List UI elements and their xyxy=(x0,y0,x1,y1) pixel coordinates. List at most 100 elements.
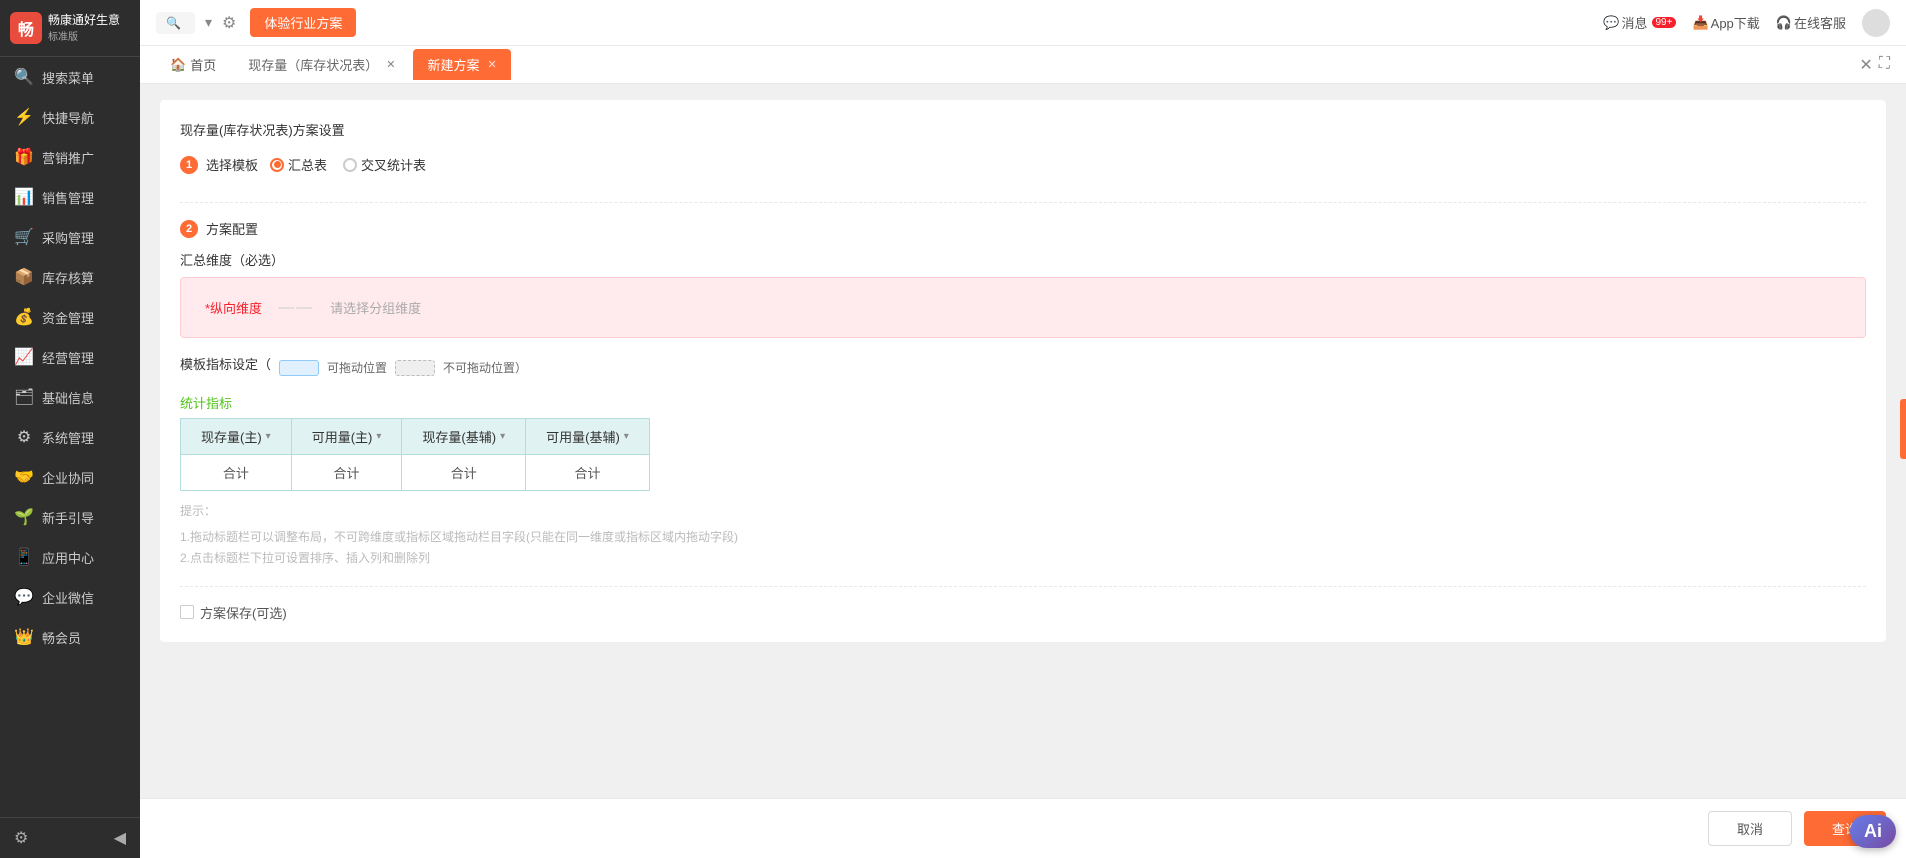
content-area: 现存量(库存状况表)方案设置 1 选择模板 汇总表 交叉统计表 xyxy=(140,84,1906,798)
main-area: 🔍 ▾ ⚙ 体验行业方案 💬 消息 99+ 📥 App下载 🎧 在线客服 xyxy=(140,0,1906,858)
scroll-indicator xyxy=(1900,399,1906,459)
radio-summary-circle xyxy=(270,158,284,172)
cancel-button[interactable]: 取消 xyxy=(1708,811,1792,846)
box-icon: 📦 xyxy=(14,267,34,287)
tips-section: 提示： 1.拖动标题栏可以调整布局，不可跨维度或指标区域拖动栏目字段(只能在同一… xyxy=(180,501,1866,570)
sidebar-item-inventory[interactable]: 📦 库存核算 xyxy=(0,257,140,297)
tab-new-plan[interactable]: 新建方案 ✕ xyxy=(413,49,510,80)
sidebar-item-label: 库存核算 xyxy=(42,268,94,287)
settings-panel: 现存量(库存状况表)方案设置 1 选择模板 汇总表 交叉统计表 xyxy=(160,100,1886,642)
tip-label: 提示： xyxy=(180,501,1866,523)
sidebar-nav: 🔍 搜索菜单 ⚡ 快捷导航 🎁 营销推广 📊 销售管理 🛒 采购管理 📦 库存核… xyxy=(0,57,140,817)
sidebar-item-marketing[interactable]: 🎁 营销推广 xyxy=(0,137,140,177)
sidebar-item-label: 资金管理 xyxy=(42,308,94,327)
wechat-icon: 💬 xyxy=(14,587,34,607)
close-panel-icon[interactable]: ✕ xyxy=(1859,55,1872,75)
sidebar-item-label: 企业微信 xyxy=(42,588,94,607)
tab-new-plan-close[interactable]: ✕ xyxy=(487,58,496,71)
save-option: 方案保存(可选) xyxy=(180,603,1866,622)
ai-badge[interactable]: Ai xyxy=(1850,815,1896,848)
search-icon: 🔍 xyxy=(166,16,181,30)
sidebar-item-label: 经营管理 xyxy=(42,348,94,367)
draggable-hint: 模板指标设定（ 可拖动位置 不可拖动位置） xyxy=(180,354,1866,381)
dimension-row: *纵向维度 —— 请选择分组维度 xyxy=(205,298,1841,317)
sidebar-item-sales[interactable]: 📊 销售管理 xyxy=(0,177,140,217)
settings-icon[interactable]: ⚙ xyxy=(14,828,28,848)
tab-inventory[interactable]: 现存量（库存状况表） ✕ xyxy=(234,49,409,80)
dimension-config-label: 汇总维度（必选） xyxy=(180,250,1866,269)
footer-bar: 取消 查询 xyxy=(140,798,1906,858)
cart-icon: 🛒 xyxy=(14,227,34,247)
industry-solution-button[interactable]: 体验行业方案 xyxy=(250,8,356,37)
radio-summary[interactable]: 汇总表 xyxy=(270,155,327,174)
trend-icon: 📈 xyxy=(14,347,34,367)
cell-1: 合计 xyxy=(291,455,402,491)
chart-icon: 📊 xyxy=(14,187,34,207)
col-header-3: 可用量(基辅) ▾ xyxy=(526,419,650,455)
tab-home[interactable]: 🏠 首页 xyxy=(156,49,230,80)
col-dropdown-1[interactable]: 可用量(主) ▾ xyxy=(312,427,382,446)
sidebar-item-label: 搜索菜单 xyxy=(42,68,94,87)
tip-1: 1.拖动标题栏可以调整布局，不可跨维度或指标区域拖动栏目字段(只能在同一维度或指… xyxy=(180,527,1866,549)
top-header: 🔍 ▾ ⚙ 体验行业方案 💬 消息 99+ 📥 App下载 🎧 在线客服 xyxy=(140,0,1906,46)
step2-badge: 2 xyxy=(180,220,198,238)
cell-0: 合计 xyxy=(181,455,292,491)
logo-icon: 畅 xyxy=(10,12,42,44)
col-dropdown-3[interactable]: 可用量(基辅) ▾ xyxy=(546,427,629,446)
header-dropdown-icon[interactable]: ▾ xyxy=(205,14,212,31)
sidebar-item-label: 快捷导航 xyxy=(42,108,94,127)
header-right: 💬 消息 99+ 📥 App下载 🎧 在线客服 xyxy=(1603,9,1890,37)
sidebar-item-search[interactable]: 🔍 搜索菜单 xyxy=(0,57,140,97)
sidebar-item-wechat[interactable]: 💬 企业微信 xyxy=(0,577,140,617)
header-gear-icon[interactable]: ⚙ xyxy=(222,13,236,33)
app-edition: 标准版 xyxy=(48,28,120,43)
save-label: 方案保存(可选) xyxy=(200,603,287,622)
sidebar-item-basic-info[interactable]: 🗂 基础信息 xyxy=(0,377,140,417)
expand-icon[interactable]: ⛶ xyxy=(1879,55,1890,75)
template-radio-group: 汇总表 交叉统计表 xyxy=(270,155,426,174)
service-icon: 🎧 xyxy=(1776,15,1792,31)
online-service-item[interactable]: 🎧 在线客服 xyxy=(1776,13,1846,32)
gear-icon: ⚙ xyxy=(14,427,34,447)
user-avatar[interactable] xyxy=(1862,9,1890,37)
col-dropdown-2[interactable]: 现存量(基辅) ▾ xyxy=(422,427,505,446)
header-search[interactable]: 🔍 xyxy=(156,12,195,34)
non-draggable-label: 不可拖动位置） xyxy=(443,359,527,376)
messages-item[interactable]: 💬 消息 99+ xyxy=(1603,13,1676,32)
mobile-icon: 📱 xyxy=(14,547,34,567)
col-dropdown-0[interactable]: 现存量(主) ▾ xyxy=(201,427,271,446)
tab-inventory-close[interactable]: ✕ xyxy=(386,58,395,71)
sprout-icon: 🌱 xyxy=(14,507,34,527)
cell-2: 合计 xyxy=(402,455,526,491)
sidebar-item-quicknav[interactable]: ⚡ 快捷导航 xyxy=(0,97,140,137)
col-header-2: 现存量(基辅) ▾ xyxy=(402,419,526,455)
indicators-section: 模板指标设定（ 可拖动位置 不可拖动位置） xyxy=(180,354,1866,381)
sidebar-item-cooperation[interactable]: 🤝 企业协同 xyxy=(0,457,140,497)
sidebar-item-purchase[interactable]: 🛒 采购管理 xyxy=(0,217,140,257)
app-download-item[interactable]: 📥 App下载 xyxy=(1692,13,1759,32)
sidebar-item-finance[interactable]: 💰 资金管理 xyxy=(0,297,140,337)
radio-cross[interactable]: 交叉统计表 xyxy=(343,155,426,174)
sidebar-item-guide[interactable]: 🌱 新手引导 xyxy=(0,497,140,537)
cell-3: 合计 xyxy=(526,455,650,491)
sidebar-item-member[interactable]: 👑 畅会员 xyxy=(0,617,140,657)
home-icon: 🏠 xyxy=(170,57,186,73)
dimension-area: *纵向维度 —— 请选择分组维度 xyxy=(180,277,1866,338)
tip-2: 2.点击标题栏下拉可设置排序、插入列和删除列 xyxy=(180,548,1866,570)
sidebar-item-management[interactable]: 📈 经营管理 xyxy=(0,337,140,377)
collapse-icon[interactable]: ◀ xyxy=(114,828,126,848)
chevron-down-icon: ▾ xyxy=(266,431,271,442)
gift-icon: 🎁 xyxy=(14,147,34,167)
sidebar-item-appstore[interactable]: 📱 应用中心 xyxy=(0,537,140,577)
sidebar-item-label: 畅会员 xyxy=(42,628,81,647)
indicators-label: 模板指标设定（ xyxy=(180,354,271,373)
vertical-dim-label: *纵向维度 xyxy=(205,298,262,317)
dim-placeholder[interactable]: 请选择分组维度 xyxy=(330,298,421,317)
crown-icon: 👑 xyxy=(14,627,34,647)
save-checkbox[interactable] xyxy=(180,605,194,619)
chevron-down-icon: ▾ xyxy=(500,431,505,442)
download-icon: 📥 xyxy=(1692,15,1708,31)
sidebar-item-system[interactable]: ⚙ 系统管理 xyxy=(0,417,140,457)
col-header-1: 可用量(主) ▾ xyxy=(291,419,402,455)
step1-section: 1 选择模板 汇总表 交叉统计表 xyxy=(180,155,1866,203)
